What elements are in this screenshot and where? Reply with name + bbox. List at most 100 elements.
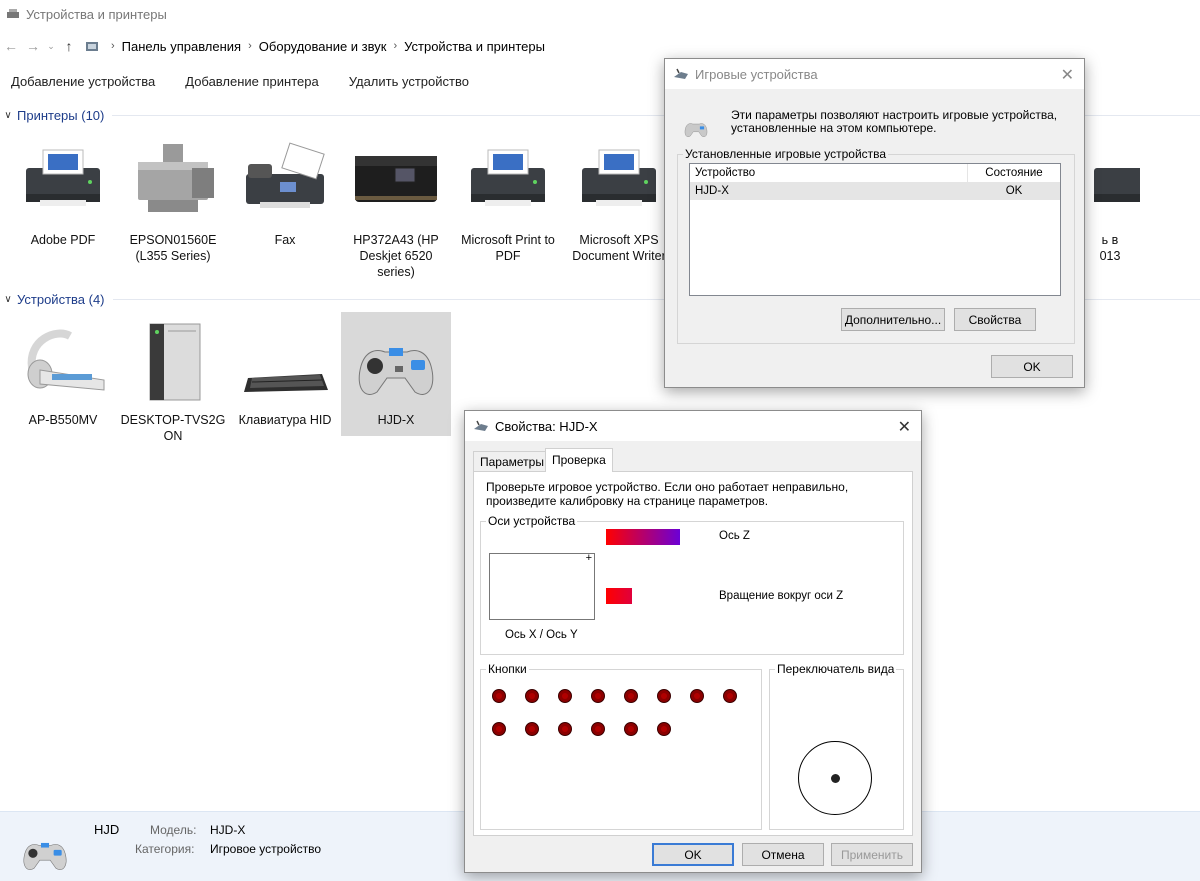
back-arrow-icon[interactable]: ← bbox=[0, 38, 22, 54]
controller-button-indicator bbox=[723, 689, 737, 703]
joystick-icon bbox=[474, 420, 488, 431]
tab-test[interactable]: Проверка bbox=[545, 448, 613, 472]
printer-label: HP372A43 (HP bbox=[353, 233, 439, 247]
breadcrumb-separator-icon: › bbox=[393, 40, 398, 52]
z-axis-bar-fill bbox=[606, 529, 680, 545]
devices-printers-icon bbox=[7, 9, 19, 18]
device-item-gamepad[interactable]: HJD-X bbox=[341, 312, 451, 436]
controller-button-indicator bbox=[624, 722, 638, 736]
recent-chevron-icon[interactable]: ⌄ bbox=[44, 41, 58, 52]
controller-button-indicator bbox=[558, 689, 572, 703]
device-item-desktop[interactable]: DESKTOP-TVS2G ON bbox=[118, 322, 228, 444]
window-title-bar: Устройства и принтеры bbox=[0, 0, 1200, 28]
printer-label-line2: Document Writer bbox=[572, 249, 666, 263]
xy-axis-box: + bbox=[489, 552, 595, 620]
dialog-title: Свойства: HJD-X bbox=[495, 418, 598, 434]
close-icon[interactable]: ✕ bbox=[898, 417, 911, 437]
device-label: HJD-X bbox=[377, 413, 415, 427]
controller-button-indicator bbox=[591, 722, 605, 736]
properties-dialog: Свойства: HJD-X ✕ Параметры Проверка Про… bbox=[464, 410, 922, 873]
apply-button[interactable]: Применить bbox=[831, 843, 913, 866]
collapse-chevron-icon[interactable]: ∨ bbox=[2, 294, 14, 305]
controller-button-indicator bbox=[657, 689, 671, 703]
printer-item-ms-print-pdf[interactable]: Microsoft Print to PDF bbox=[453, 142, 563, 264]
close-icon[interactable]: ✕ bbox=[1061, 65, 1074, 85]
dialog-description: Эти параметры позволяют настроить игровы… bbox=[731, 108, 1058, 135]
computer-tower-icon bbox=[149, 323, 201, 401]
column-header-device[interactable]: Устройство bbox=[690, 164, 968, 182]
axes-group-label: Оси устройства bbox=[486, 514, 578, 528]
printer-item-adobe-pdf[interactable]: Adobe PDF bbox=[8, 142, 118, 248]
controller-button-indicator bbox=[657, 722, 671, 736]
breadcrumb-devices-printers[interactable]: Устройства и принтеры bbox=[404, 39, 545, 54]
printer-icon bbox=[355, 156, 437, 202]
ok-button[interactable]: OK bbox=[652, 843, 734, 866]
printer-item-fax[interactable]: Fax bbox=[230, 142, 340, 248]
cancel-button[interactable]: Отмена bbox=[742, 843, 824, 866]
details-model-label: Модель: bbox=[150, 823, 197, 837]
device-item-headset[interactable]: AP-B550MV bbox=[8, 322, 118, 428]
joystick-icon bbox=[674, 68, 688, 79]
rz-axis-bar-track bbox=[606, 588, 736, 604]
gamepad-icon bbox=[684, 123, 708, 137]
printer-item-epson[interactable]: EPSON01560E (L355 Series) bbox=[118, 142, 228, 264]
add-printer-button[interactable]: Добавление принтера bbox=[185, 74, 318, 89]
game-controllers-dialog: Игровые устройства ✕ Эти параметры позво… bbox=[664, 58, 1085, 388]
details-device-name: HJD bbox=[94, 822, 120, 837]
breadcrumb-control-panel[interactable]: Панель управления bbox=[122, 39, 241, 54]
details-category-value: Игровое устройство bbox=[210, 842, 322, 856]
printer-item-hp[interactable]: HP372A43 (HP Deskjet 6520 series) bbox=[341, 142, 451, 280]
z-axis-label: Ось Z bbox=[719, 530, 750, 542]
details-model-value: HJD-X bbox=[210, 823, 246, 837]
rz-axis-bar-fill bbox=[606, 588, 632, 604]
printer-label: Microsoft XPS bbox=[579, 233, 659, 247]
column-header-status[interactable]: Состояние bbox=[968, 164, 1060, 182]
forward-arrow-icon[interactable]: → bbox=[22, 38, 44, 54]
window-title: Устройства и принтеры bbox=[26, 6, 167, 22]
buttons-group-label: Кнопки bbox=[486, 662, 529, 676]
collapse-chevron-icon[interactable]: ∨ bbox=[2, 110, 14, 121]
controller-button-indicator bbox=[492, 689, 506, 703]
dialog-title-bar: Свойства: HJD-X bbox=[465, 411, 921, 441]
devices-group-label: Устройства (4) bbox=[17, 291, 105, 307]
up-arrow-icon[interactable]: ↑ bbox=[58, 38, 80, 54]
z-axis-bar-track bbox=[606, 529, 680, 545]
controller-button-indicator bbox=[624, 689, 638, 703]
printer-label-line3: series) bbox=[377, 265, 415, 279]
remove-device-button[interactable]: Удалить устройство bbox=[349, 74, 469, 89]
printer-icon bbox=[582, 149, 656, 206]
printer-icon bbox=[26, 149, 100, 206]
gamepad-icon bbox=[358, 348, 434, 395]
gamepad-icon bbox=[23, 842, 67, 870]
printer-label: EPSON01560E bbox=[129, 233, 217, 247]
controllers-list[interactable]: Устройство Состояние HJD-X OK bbox=[689, 163, 1061, 296]
pov-group-label: Переключатель вида bbox=[775, 662, 897, 676]
xy-axis-label: Ось X / Ось Y bbox=[505, 629, 578, 641]
printer-label: Microsoft Print to bbox=[461, 233, 555, 247]
printer-label: Adobe PDF bbox=[30, 233, 96, 247]
properties-button[interactable]: Свойства bbox=[954, 308, 1036, 331]
printers-group-label: Принтеры (10) bbox=[17, 107, 105, 123]
printer-label-line2: (L355 Series) bbox=[135, 249, 211, 263]
printer-label: Fax bbox=[274, 233, 296, 247]
printer-icon bbox=[471, 149, 545, 206]
address-bar: ← → ⌄ ↑ › Панель управления › Оборудован… bbox=[0, 32, 1200, 60]
rz-axis-label: Вращение вокруг оси Z bbox=[719, 590, 844, 602]
tab-settings[interactable]: Параметры bbox=[473, 451, 551, 472]
dialog-title-bar: Игровые устройства bbox=[665, 59, 1084, 89]
device-item-keyboard[interactable]: Клавиатура HID bbox=[230, 322, 340, 428]
advanced-button[interactable]: Дополнительно... bbox=[841, 308, 945, 331]
device-label-line2: ON bbox=[163, 429, 183, 443]
list-header: Устройство Состояние bbox=[690, 164, 1060, 183]
buttons-indicator-grid bbox=[492, 689, 752, 749]
printer-item-ms-xps[interactable]: Microsoft XPS Document Writer bbox=[564, 142, 674, 264]
add-device-button[interactable]: Добавление устройства bbox=[11, 74, 155, 89]
ok-button[interactable]: OK bbox=[991, 355, 1073, 378]
device-label: DESKTOP-TVS2G bbox=[120, 413, 226, 427]
list-item[interactable]: HJD-X OK bbox=[690, 183, 1060, 200]
breadcrumb-hardware-sound[interactable]: Оборудование и звук bbox=[259, 39, 387, 54]
dialog-title: Игровые устройства bbox=[695, 66, 818, 82]
controller-name: HJD-X bbox=[695, 185, 729, 197]
device-label: Клавиатура HID bbox=[238, 413, 332, 427]
controller-button-indicator bbox=[591, 689, 605, 703]
